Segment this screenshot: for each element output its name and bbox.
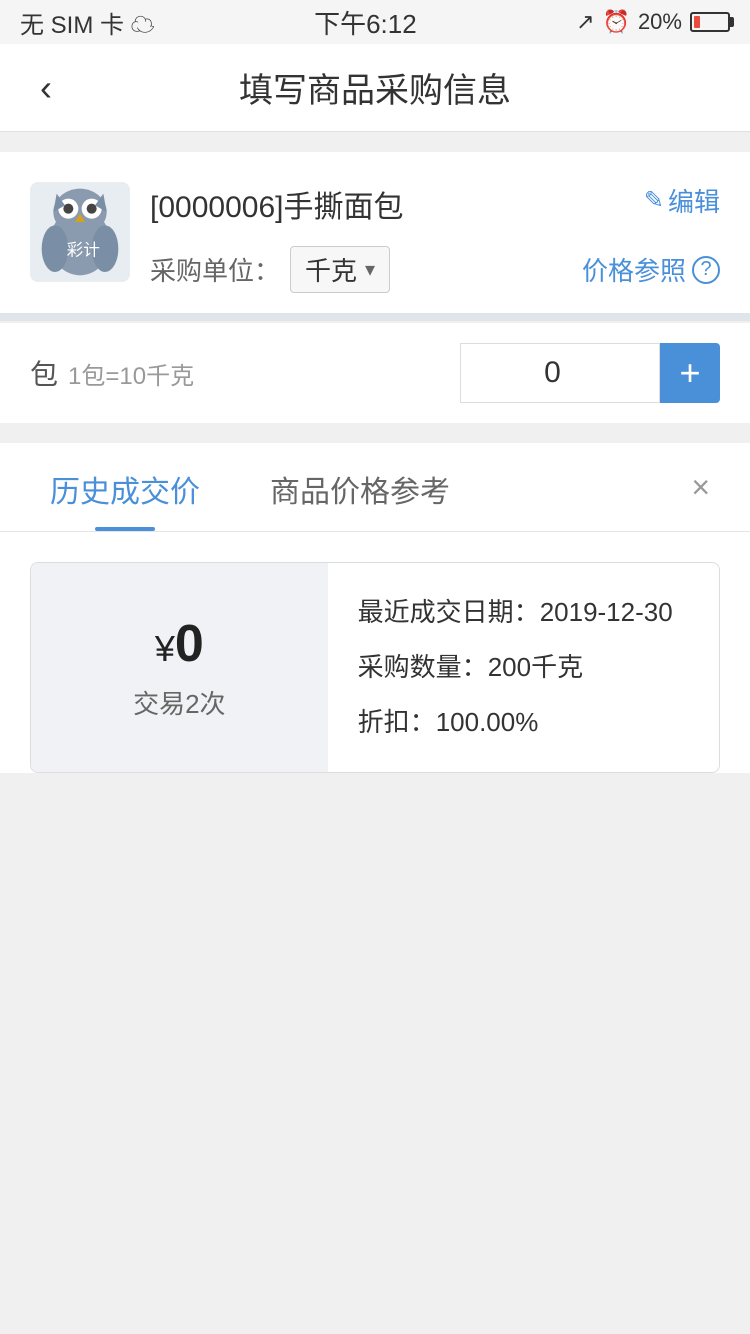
purchase-qty-value: 200千克 (488, 652, 583, 682)
history-card: ¥0 交易2次 最近成交日期：2019-12-30 采购数量：200千克 折扣：… (30, 562, 720, 773)
unit-label: 采购单位： (150, 251, 280, 288)
panel-section: 历史成交价 商品价格参考 × ¥0 交易2次 最近成交日期：2019-12-30… (0, 443, 750, 773)
purchase-qty-row: 采购数量：200千克 (358, 648, 689, 687)
back-button[interactable]: ‹ (30, 57, 62, 119)
status-left: 无 SIM 卡 ☁ (20, 5, 155, 40)
price-value: 0 (175, 615, 204, 673)
tab-reference[interactable]: 商品价格参考 (250, 443, 470, 531)
help-icon: ? (692, 256, 720, 284)
quantity-section: 包 1包=10千克 + (0, 323, 750, 423)
quantity-plus-button[interactable]: + (660, 343, 720, 403)
battery-pct: 20% (638, 9, 682, 35)
battery-icon (690, 12, 730, 32)
unit-select[interactable]: 千克 ▾ (290, 246, 390, 293)
price-currency: ¥ (155, 628, 175, 669)
recent-date-row: 最近成交日期：2019-12-30 (358, 593, 689, 632)
discount-label: 折扣： (358, 707, 436, 737)
section-divider (0, 313, 750, 321)
quantity-label: 包 1包=10千克 (30, 353, 194, 393)
quantity-hint: 1包=10千克 (68, 356, 194, 391)
recent-date-label: 最近成交日期： (358, 597, 540, 627)
price-ref-label: 价格参照 (582, 251, 686, 288)
status-time: 下午6:12 (314, 4, 417, 41)
tab-reference-label: 商品价格参考 (270, 476, 450, 509)
discount-value: 100.00% (436, 707, 539, 737)
product-section: 彩计 [0000006]手撕面包 ✎ 编辑 采购单位： 千克 ▾ (0, 152, 750, 313)
recent-date-value: 2019-12-30 (540, 597, 673, 627)
discount-row: 折扣：100.00% (358, 703, 689, 742)
panel-close-button[interactable]: × (681, 459, 720, 516)
product-image-icon: 彩计 (30, 182, 130, 282)
quantity-input[interactable] (460, 343, 660, 403)
quantity-unit: 包 (30, 353, 58, 393)
sim-label: 无 SIM 卡 ☁ (20, 5, 155, 40)
card-price: ¥0 (155, 614, 204, 674)
purchase-unit-row: 采购单位： 千克 ▾ 价格参照 ? (150, 246, 720, 293)
product-header: 彩计 [0000006]手撕面包 ✎ 编辑 采购单位： 千克 ▾ (30, 182, 720, 293)
card-right: 最近成交日期：2019-12-30 采购数量：200千克 折扣：100.00% (328, 563, 719, 772)
chevron-down-icon: ▾ (365, 257, 375, 282)
purchase-qty-label: 采购数量： (358, 652, 488, 682)
page-title: 填写商品采购信息 (239, 63, 511, 112)
tab-history-label: 历史成交价 (50, 476, 200, 509)
nav-bar: ‹ 填写商品采购信息 (0, 44, 750, 132)
unit-value: 千克 (305, 251, 357, 288)
card-trade-count: 交易2次 (133, 684, 225, 721)
price-ref-button[interactable]: 价格参照 ? (582, 251, 720, 288)
direction-icon: ↗ (576, 9, 594, 35)
product-thumbnail: 彩计 (30, 182, 130, 282)
product-name-row: [0000006]手撕面包 ✎ 编辑 (150, 182, 720, 226)
status-bar: 无 SIM 卡 ☁ 下午6:12 ↗ ⏰ 20% (0, 0, 750, 44)
edit-label: 编辑 (668, 182, 720, 219)
tab-history[interactable]: 历史成交价 (30, 443, 220, 531)
product-name: [0000006]手撕面包 (150, 182, 624, 226)
edit-button[interactable]: ✎ 编辑 (644, 182, 720, 219)
tab-bar: 历史成交价 商品价格参考 × (0, 443, 750, 532)
svg-text:彩计: 彩计 (67, 240, 100, 259)
status-right: ↗ ⏰ 20% (576, 9, 730, 35)
edit-icon: ✎ (644, 186, 664, 215)
alarm-icon: ⏰ (603, 9, 630, 35)
quantity-control: + (460, 343, 720, 403)
card-left: ¥0 交易2次 (31, 563, 328, 772)
product-info: [0000006]手撕面包 ✎ 编辑 采购单位： 千克 ▾ 价格参照 ? (150, 182, 720, 293)
